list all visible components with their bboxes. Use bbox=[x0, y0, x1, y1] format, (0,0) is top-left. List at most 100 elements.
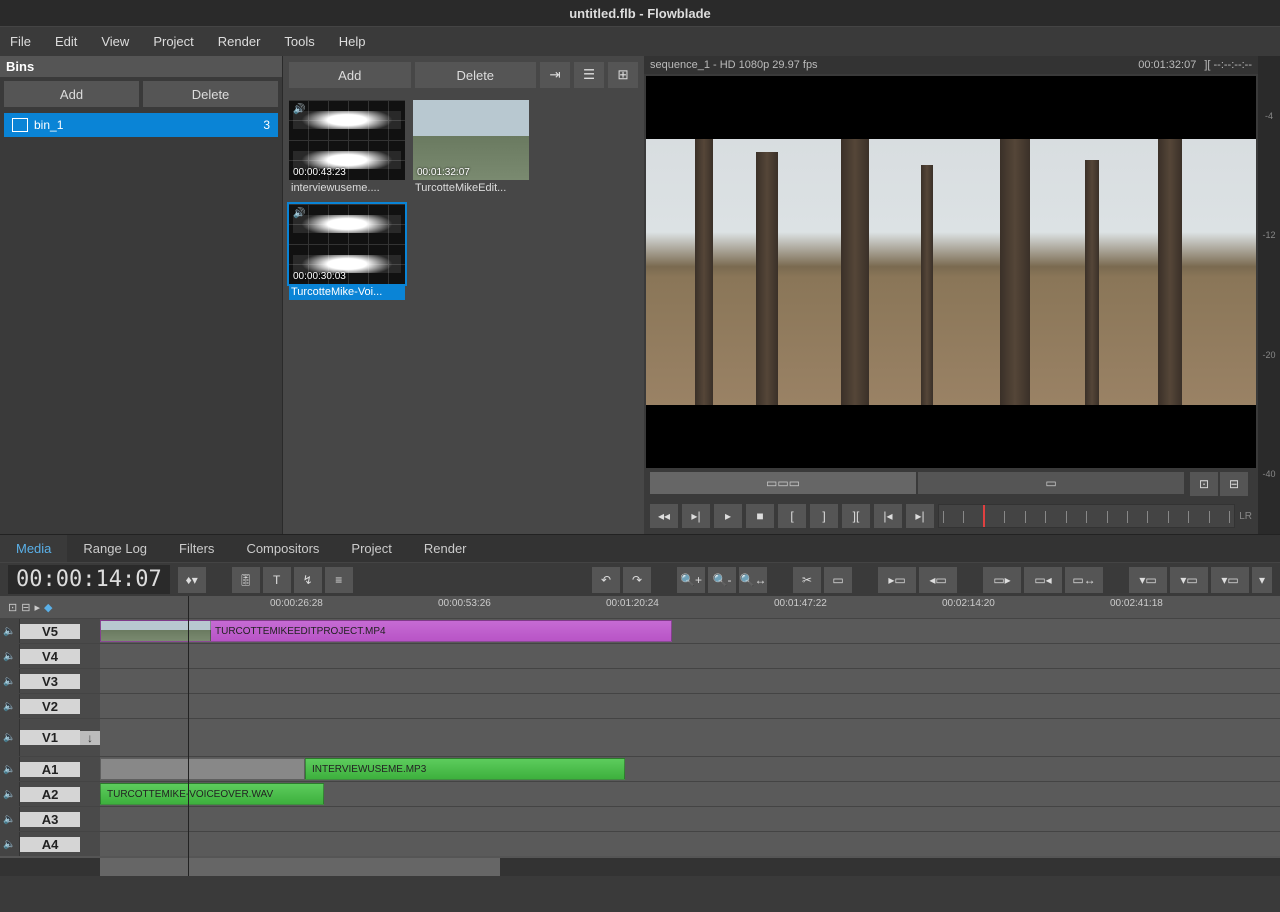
menu-file[interactable]: File bbox=[10, 34, 31, 49]
zoom-fit-button[interactable]: 🔍↔ bbox=[739, 567, 767, 593]
clip-audio[interactable]: INTERVIEWUSEME.MP3 bbox=[305, 758, 625, 780]
track-label[interactable]: A3 bbox=[20, 812, 80, 827]
media-view-grid-icon[interactable]: ⊞ bbox=[608, 62, 638, 88]
window-title: untitled.flb - Flowblade bbox=[569, 6, 711, 21]
append-button[interactable]: ▭▸ bbox=[983, 567, 1021, 593]
clip-blank[interactable] bbox=[100, 758, 305, 780]
trim-view-icon[interactable]: ⊡ bbox=[1190, 472, 1218, 496]
proxy-icon[interactable]: ≡ bbox=[325, 567, 353, 593]
cut-button[interactable]: ✂ bbox=[793, 567, 821, 593]
media-duration: 00:00:43:23 bbox=[293, 167, 346, 178]
monitor-scrubber[interactable] bbox=[938, 504, 1235, 528]
monitor-mode-clip[interactable]: ▭ bbox=[918, 472, 1184, 494]
bin-row[interactable]: bin_1 3 bbox=[4, 113, 278, 137]
menu-help[interactable]: Help bbox=[339, 34, 366, 49]
redo-button[interactable]: ↷ bbox=[623, 567, 651, 593]
ruler-handle-icon[interactable]: ▸ bbox=[34, 601, 40, 614]
insert-button[interactable]: ◂▭ bbox=[919, 567, 957, 593]
media-item[interactable]: 🔊00:00:43:23 interviewuseme.... bbox=[289, 100, 405, 196]
track-mute-icon[interactable]: 🔈 bbox=[0, 757, 20, 781]
ruler-handle-icon[interactable]: ⊟ bbox=[21, 601, 30, 614]
menu-view[interactable]: View bbox=[101, 34, 129, 49]
track-label[interactable]: V3 bbox=[20, 674, 80, 689]
trim-view2-icon[interactable]: ⊟ bbox=[1220, 472, 1248, 496]
rewind-button[interactable]: ◂◂ bbox=[650, 504, 678, 528]
tool-mode-dropdown[interactable]: ♦▾ bbox=[178, 567, 206, 593]
goto-start-button[interactable]: |◂ bbox=[874, 504, 902, 528]
media-item[interactable]: 🔊00:00:30:03 TurcotteMike-Voi... bbox=[289, 204, 405, 300]
track-mute-icon[interactable]: 🔈 bbox=[0, 694, 20, 718]
stop-button[interactable]: ■ bbox=[746, 504, 774, 528]
tab-media[interactable]: Media bbox=[0, 535, 67, 562]
track-label[interactable]: V5 bbox=[20, 624, 80, 639]
track-label[interactable]: V2 bbox=[20, 699, 80, 714]
menu-tools[interactable]: Tools bbox=[284, 34, 314, 49]
lift-button[interactable]: ▾▭ bbox=[1129, 567, 1167, 593]
window-titlebar: untitled.flb - Flowblade bbox=[0, 0, 1280, 26]
track-mute-icon[interactable]: 🔈 bbox=[0, 669, 20, 693]
three-point-button[interactable]: ▭◂ bbox=[1024, 567, 1062, 593]
track-label[interactable]: V1 bbox=[20, 730, 80, 745]
monitor-mode-timeline[interactable]: ▭▭▭ bbox=[650, 472, 916, 494]
play-range-button[interactable]: ▸| bbox=[682, 504, 710, 528]
track-mute-icon[interactable]: 🔈 bbox=[0, 719, 20, 756]
zoom-out-button[interactable]: 🔍- bbox=[708, 567, 736, 593]
tab-compositors[interactable]: Compositors bbox=[230, 535, 335, 562]
undo-button[interactable]: ↶ bbox=[592, 567, 620, 593]
overwrite-button[interactable]: ▸▭ bbox=[878, 567, 916, 593]
bin-add-button[interactable]: Add bbox=[4, 81, 139, 107]
track-a4: 🔈A4 bbox=[0, 831, 1280, 856]
extract-button[interactable]: ▾▭ bbox=[1170, 567, 1208, 593]
ruler-marker-icon[interactable]: ◆ bbox=[44, 601, 52, 614]
clear-marks-button[interactable]: ][ bbox=[842, 504, 870, 528]
track-v2: 🔈V2 bbox=[0, 693, 1280, 718]
clip-video[interactable]: TURCOTTEMIKEEDITPROJECT.MP4 bbox=[100, 620, 672, 642]
range-overwrite-button[interactable]: ▭↔ bbox=[1065, 567, 1103, 593]
track-mute-icon[interactable]: 🔈 bbox=[0, 807, 20, 831]
video-viewer[interactable] bbox=[646, 76, 1256, 468]
sync-icon[interactable]: ↯ bbox=[294, 567, 322, 593]
timeline-timecode[interactable]: 00:00:14:07 bbox=[8, 565, 170, 594]
mark-in-button[interactable]: [ bbox=[778, 504, 806, 528]
track-label[interactable]: V4 bbox=[20, 649, 80, 664]
media-delete-button[interactable]: Delete bbox=[415, 62, 537, 88]
track-label[interactable]: A4 bbox=[20, 837, 80, 852]
media-duration: 00:01:32:07 bbox=[417, 167, 470, 178]
splice-button[interactable]: ▭ bbox=[824, 567, 852, 593]
ruler-handle-icon[interactable]: ⊡ bbox=[8, 601, 17, 614]
clip-audio[interactable]: TURCOTTEMIKE-VOICEOVER.WAV bbox=[100, 783, 324, 805]
media-add-button[interactable]: Add bbox=[289, 62, 411, 88]
menu-edit[interactable]: Edit bbox=[55, 34, 77, 49]
play-button[interactable]: ▸ bbox=[714, 504, 742, 528]
tab-filters[interactable]: Filters bbox=[163, 535, 230, 562]
titler-icon[interactable]: T bbox=[263, 567, 291, 593]
mixer-icon[interactable]: 🎚 bbox=[232, 567, 260, 593]
mark-out-button[interactable]: ] bbox=[810, 504, 838, 528]
more-tools-dropdown[interactable]: ▾ bbox=[1252, 567, 1272, 593]
track-mute-icon[interactable]: 🔈 bbox=[0, 619, 20, 643]
timeline-scrollbar[interactable] bbox=[0, 858, 1280, 876]
media-item[interactable]: 00:01:32:07 TurcotteMikeEdit... bbox=[413, 100, 529, 196]
menubar: File Edit View Project Render Tools Help bbox=[0, 26, 1280, 56]
media-insert-icon[interactable]: ⇥ bbox=[540, 62, 570, 88]
tab-render[interactable]: Render bbox=[408, 535, 483, 562]
tab-project[interactable]: Project bbox=[335, 535, 407, 562]
track-label[interactable]: A1 bbox=[20, 762, 80, 777]
bin-icon bbox=[12, 118, 28, 132]
zoom-in-button[interactable]: 🔍+ bbox=[677, 567, 705, 593]
track-mute-icon[interactable]: 🔈 bbox=[0, 644, 20, 668]
goto-end-button[interactable]: ▸| bbox=[906, 504, 934, 528]
track-mute-icon[interactable]: 🔈 bbox=[0, 832, 20, 856]
media-view-list-icon[interactable]: ☰ bbox=[574, 62, 604, 88]
track-mute-icon[interactable]: 🔈 bbox=[0, 782, 20, 806]
delete-range-button[interactable]: ▾▭ bbox=[1211, 567, 1249, 593]
track-a1: 🔈A1 INTERVIEWUSEME.MP3 bbox=[0, 756, 1280, 781]
track-expand-icon[interactable]: ↓ bbox=[80, 731, 100, 745]
bin-delete-button[interactable]: Delete bbox=[143, 81, 278, 107]
tab-range-log[interactable]: Range Log bbox=[67, 535, 163, 562]
timeline-toolbar: 00:00:14:07 ♦▾ 🎚 T ↯ ≡ ↶ ↷ 🔍+ 🔍- 🔍↔ ✂ ▭ … bbox=[0, 562, 1280, 596]
menu-render[interactable]: Render bbox=[218, 34, 261, 49]
track-label[interactable]: A2 bbox=[20, 787, 80, 802]
timeline-ruler[interactable]: 00:00:26:28 00:00:53:26 00:01:20:24 00:0… bbox=[100, 596, 1280, 618]
menu-project[interactable]: Project bbox=[153, 34, 193, 49]
